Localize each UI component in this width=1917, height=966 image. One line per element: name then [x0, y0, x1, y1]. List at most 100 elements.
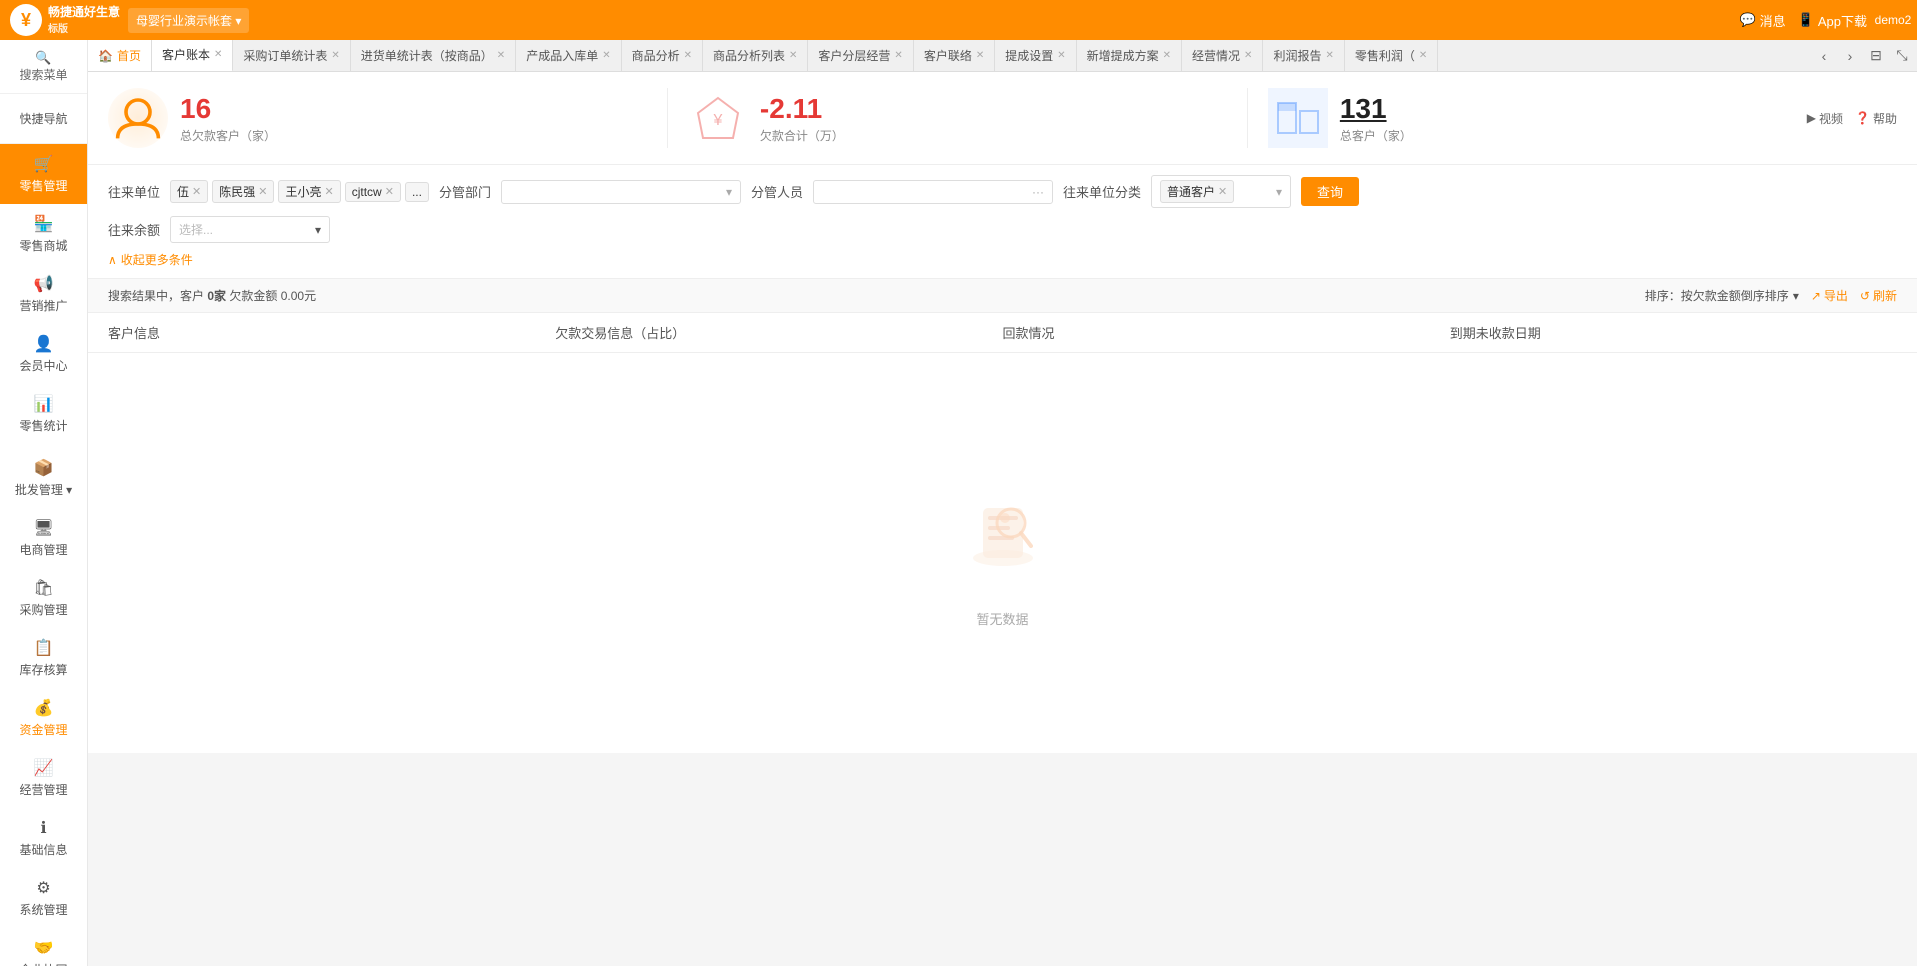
sidebar-item-purchase[interactable]: 🛍 采购管理: [0, 568, 87, 628]
operations-icon: 📈: [34, 758, 54, 778]
filter-row-1: 往来单位 伍 ✕ 陈民强 ✕ 王小亮: [108, 175, 1897, 208]
unit-label: 往来单位: [108, 182, 160, 201]
dept-select[interactable]: ▾: [501, 180, 741, 204]
sidebar-item-enterprise[interactable]: 🤝 企业协同: [0, 928, 87, 966]
sidebar-item-label: 零售统计: [19, 417, 67, 434]
tab-new-promotion[interactable]: 新增提成方案 ✕: [1077, 40, 1182, 72]
app-download-btn[interactable]: 📱 App下载: [1798, 11, 1867, 30]
tab-home[interactable]: 🏠 首页: [88, 40, 152, 72]
video-btn[interactable]: ▶ 视频: [1807, 110, 1843, 127]
tab-product-analysis[interactable]: 商品分析 ✕: [622, 40, 703, 72]
tab-promotion-settings[interactable]: 提成设置 ✕: [995, 40, 1076, 72]
quick-nav-item[interactable]: 快捷导航: [0, 102, 87, 135]
total-customers2-label: 总客户（家）: [1340, 127, 1412, 144]
sidebar-item-retail-mall[interactable]: 🏪 零售商城: [0, 204, 87, 264]
export-btn[interactable]: ↗ 导出: [1811, 287, 1848, 304]
sidebar-item-system[interactable]: ⚙ 系统管理: [0, 868, 87, 928]
sort-select[interactable]: 排序：按欠款金额倒序排序 ▾: [1645, 287, 1799, 304]
sidebar-item-ecommerce[interactable]: 🖥 电商管理: [0, 508, 87, 568]
sidebar-item-retail-mgmt[interactable]: 🛒 零售管理: [0, 144, 87, 204]
sort-label: 排序：按欠款金额倒序排序: [1645, 287, 1789, 304]
tab-close-promotion[interactable]: ✕: [1057, 50, 1065, 61]
ecommerce-icon: 🖥: [33, 518, 53, 538]
stats-customers-section: 16 总欠款客户（家）: [108, 88, 647, 148]
home-icon: 🏠: [98, 49, 113, 63]
sidebar-item-finance[interactable]: 💰 资金管理: [0, 688, 87, 748]
category-tag-normal: 普通客户 ✕: [1160, 180, 1234, 203]
tab-inbound-stats[interactable]: 进货单统计表（按商品） ✕: [351, 40, 516, 72]
tab-close-retail-profit[interactable]: ✕: [1419, 50, 1427, 61]
remove-tag-wu[interactable]: ✕: [192, 185, 201, 198]
result-bar-right: 排序：按欠款金额倒序排序 ▾ ↗ 导出 ↺ 刷新: [1645, 287, 1897, 304]
finance-icon: 💰: [34, 698, 54, 718]
remove-category-tag[interactable]: ✕: [1218, 185, 1227, 198]
sidebar-item-operations[interactable]: 📈 经营管理: [0, 748, 87, 808]
tab-retail-profit[interactable]: 零售利润（ ✕: [1345, 40, 1438, 72]
logo-sub: 标版: [48, 20, 120, 35]
remove-tag-chen[interactable]: ✕: [258, 185, 267, 198]
tab-close-new-promotion[interactable]: ✕: [1163, 50, 1171, 61]
stats-divider-1: [667, 88, 668, 148]
refresh-btn[interactable]: ↺ 刷新: [1860, 287, 1897, 304]
person-select[interactable]: ···: [813, 180, 1053, 204]
filter-tag-chen: 陈民强 ✕: [212, 180, 274, 203]
help-btn[interactable]: ❓ 帮助: [1855, 110, 1897, 127]
tab-purchase-orders[interactable]: 采购订单统计表 ✕: [233, 40, 350, 72]
tab-more-btn[interactable]: ⊟: [1865, 45, 1887, 67]
tab-profit-report[interactable]: 利润报告 ✕: [1263, 40, 1344, 72]
sidebar: 🔍 搜索菜单 快捷导航 🛒 零售管理 🏪 零售商城 📢 营销推广 👤 会员中心: [0, 40, 88, 966]
tab-bar: 🏠 首页 客户账本 ✕ 采购订单统计表 ✕ 进货单统计表（按商品） ✕ 产成品入…: [88, 40, 1917, 72]
remove-tag-cjttcw[interactable]: ✕: [385, 185, 394, 198]
tab-customer-contact[interactable]: 客户联络 ✕: [914, 40, 995, 72]
dept-arrow-icon: ▾: [726, 185, 732, 199]
filter-tag-more[interactable]: ...: [405, 182, 429, 202]
all-customers-icon-bg: [1268, 88, 1328, 148]
enterprise-icon: 🤝: [34, 938, 54, 958]
search-btn[interactable]: 查询: [1301, 177, 1359, 206]
tab-close-contact[interactable]: ✕: [976, 50, 984, 61]
person-more-icon[interactable]: ···: [1032, 185, 1044, 199]
col-customer-info: 客户信息: [108, 323, 555, 342]
total-customers2-number: 131: [1340, 92, 1412, 126]
tab-accounts[interactable]: 客户账本 ✕: [152, 40, 233, 72]
tab-prev-btn[interactable]: ‹: [1813, 45, 1835, 67]
category-select[interactable]: 普通客户 ✕ ▾: [1151, 175, 1291, 208]
amount-select[interactable]: 选择... ▾: [170, 216, 330, 243]
sidebar-item-batch-mgmt[interactable]: 📦 批发管理 ▾: [0, 448, 87, 508]
tab-close-profit[interactable]: ✕: [1325, 50, 1333, 61]
search-icon: 🔍: [35, 50, 51, 65]
tab-close-product-list[interactable]: ✕: [789, 50, 797, 61]
tab-production[interactable]: 产成品入库单 ✕: [516, 40, 621, 72]
tab-close-operations[interactable]: ✕: [1244, 50, 1252, 61]
sidebar-item-basic-info[interactable]: ℹ 基础信息: [0, 808, 87, 868]
sidebar-item-member[interactable]: 👤 会员中心: [0, 324, 87, 384]
tab-operations[interactable]: 经营情况 ✕: [1182, 40, 1263, 72]
sidebar-item-marketing[interactable]: 📢 营销推广: [0, 264, 87, 324]
sidebar-item-inventory[interactable]: 📋 库存核算: [0, 628, 87, 688]
total-customers-label: 总欠款客户（家）: [180, 127, 276, 144]
account-selector[interactable]: 母婴行业演示帐套 ▾: [128, 8, 249, 33]
filter-tags-unit: 伍 ✕ 陈民强 ✕ 王小亮 ✕: [170, 180, 429, 203]
tab-close-purchase-orders[interactable]: ✕: [331, 50, 339, 61]
tab-customer-segments[interactable]: 客户分层经营 ✕: [808, 40, 913, 72]
sidebar-item-retail-stats[interactable]: 📊 零售统计: [0, 384, 87, 444]
filter-tag-cjttcw: cjttcw ✕: [345, 182, 401, 202]
search-menu-btn[interactable]: 🔍 搜索菜单: [0, 40, 87, 94]
content-area: 16 总欠款客户（家） ¥ -2.11: [88, 72, 1917, 966]
tab-product-analysis-list[interactable]: 商品分析列表 ✕: [703, 40, 808, 72]
filter-tag-wu: 伍 ✕: [170, 180, 208, 203]
sidebar-item-label: 资金管理: [19, 721, 67, 738]
tab-close-production[interactable]: ✕: [602, 50, 610, 61]
tab-fullscreen-btn[interactable]: ⤡: [1891, 45, 1913, 67]
tab-close-product-analysis[interactable]: ✕: [684, 50, 692, 61]
user-avatar[interactable]: demo2: [1879, 6, 1907, 34]
tab-close-inbound[interactable]: ✕: [497, 50, 505, 61]
person-label: 分管人员: [751, 182, 803, 201]
tab-next-btn[interactable]: ›: [1839, 45, 1861, 67]
total-debt-number: -2.11: [760, 92, 844, 126]
tab-close-accounts[interactable]: ✕: [214, 49, 222, 60]
collapse-btn[interactable]: ∧ 收起更多条件: [108, 251, 1897, 268]
remove-tag-wang[interactable]: ✕: [325, 185, 334, 198]
tab-close-segments[interactable]: ✕: [894, 50, 902, 61]
message-btn[interactable]: 💬 消息: [1739, 11, 1785, 30]
